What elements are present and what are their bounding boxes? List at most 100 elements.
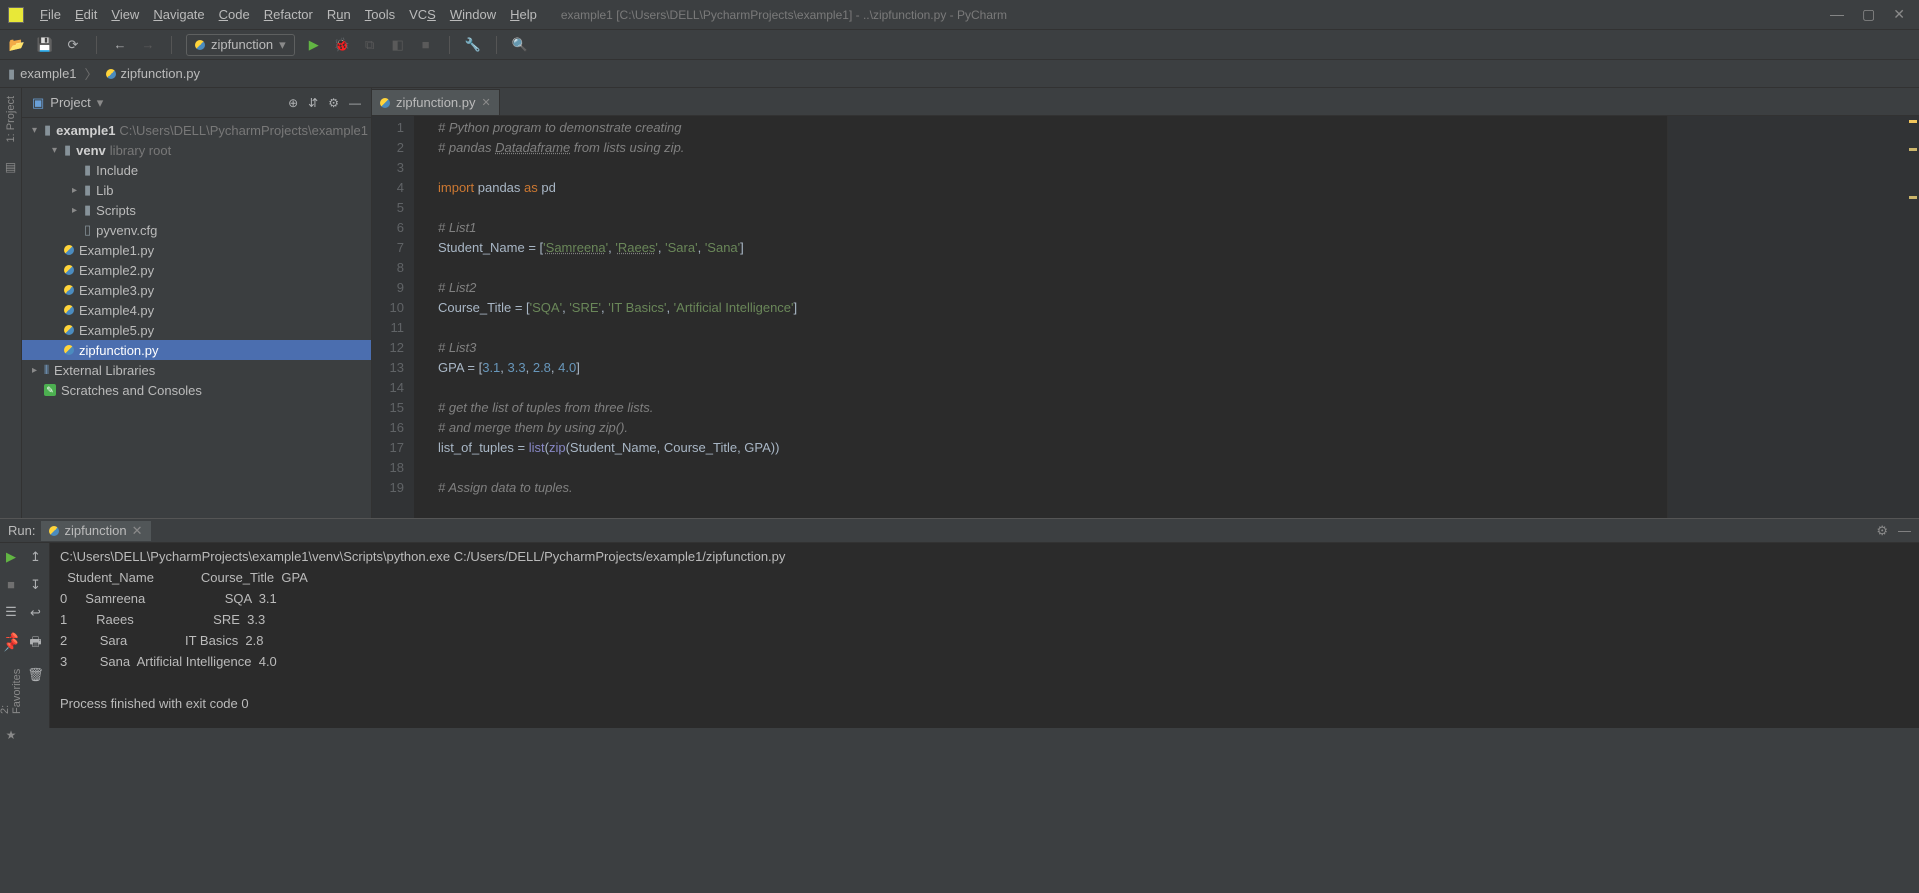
menu-navigate[interactable]: Navigate: [147, 4, 210, 25]
down-icon[interactable]: ↧: [30, 577, 41, 593]
menu-view[interactable]: View: [105, 4, 145, 25]
nav-project[interactable]: ▮ example1: [8, 66, 77, 82]
layout-icon[interactable]: ☰: [5, 604, 17, 620]
tree-venv[interactable]: ▾ ▮ venv library root: [22, 140, 371, 160]
editor-tab-active[interactable]: zipfunction.py ✕: [372, 89, 500, 115]
minimize-button[interactable]: —: [1830, 6, 1844, 23]
menu-vcs[interactable]: VCS: [403, 4, 442, 25]
error-stripe[interactable]: [1907, 116, 1919, 518]
separator: [171, 36, 172, 54]
expand-arrow-icon[interactable]: ▸: [72, 205, 84, 216]
open-icon[interactable]: 📂: [8, 36, 26, 54]
favorites-tool-window-button[interactable]: 2: Favorites: [0, 666, 23, 714]
tree-label: venv: [76, 143, 106, 158]
run-config-selector[interactable]: zipfunction ▾: [186, 34, 295, 56]
hide-icon[interactable]: —: [1898, 523, 1911, 539]
folder-icon: ▮: [64, 142, 71, 158]
close-tab-icon[interactable]: ✕: [482, 96, 491, 109]
expand-arrow-icon[interactable]: ▾: [32, 125, 44, 136]
nav-file[interactable]: zipfunction.py: [106, 66, 201, 81]
build-icon[interactable]: 🔧: [464, 36, 482, 54]
tree-item[interactable]: ▮Include: [22, 160, 371, 180]
tree-label: Lib: [96, 183, 113, 198]
line-numbers: 12345678910111213141516171819: [372, 116, 414, 518]
code-content[interactable]: # Python program to demonstrate creating…: [430, 116, 1667, 518]
tree-label: Example5.py: [79, 323, 154, 338]
refresh-icon[interactable]: ⟳: [64, 36, 82, 54]
tree-file[interactable]: Example4.py: [22, 300, 371, 320]
menu-help[interactable]: Help: [504, 4, 543, 25]
tree-scratches[interactable]: ✎Scratches and Consoles: [22, 380, 371, 400]
up-icon[interactable]: ↥: [30, 549, 41, 565]
project-tree[interactable]: ▾ ▮ example1 C:\Users\DELL\PycharmProjec…: [22, 118, 371, 518]
soft-wrap-icon[interactable]: ↩: [30, 605, 41, 621]
menu-file[interactable]: File: [34, 4, 67, 25]
close-tab-icon[interactable]: ✕: [132, 523, 143, 539]
expand-arrow-icon[interactable]: ▾: [52, 145, 64, 156]
rerun-icon[interactable]: ▶: [6, 549, 16, 565]
menu-code[interactable]: Code: [213, 4, 256, 25]
tree-project-root[interactable]: ▾ ▮ example1 C:\Users\DELL\PycharmProjec…: [22, 120, 371, 140]
debug-button[interactable]: 🐞: [333, 36, 351, 54]
folder-icon: ▮: [84, 182, 91, 198]
menu-refactor[interactable]: Refactor: [258, 4, 319, 25]
tree-label: pyvenv.cfg: [96, 223, 157, 238]
star-icon[interactable]: ★: [6, 728, 17, 742]
maximize-button[interactable]: ▢: [1862, 6, 1875, 23]
tree-item[interactable]: ▸▮ Scripts: [22, 200, 371, 220]
back-icon[interactable]: ←: [111, 36, 129, 54]
expand-arrow-icon[interactable]: ▸: [32, 365, 44, 376]
pin-icon[interactable]: 📌: [4, 638, 19, 652]
find-icon[interactable]: 🔍: [511, 36, 529, 54]
marker[interactable]: [1909, 196, 1917, 199]
python-script-icon: [195, 40, 205, 50]
tree-file-selected[interactable]: zipfunction.py: [22, 340, 371, 360]
run-tool-window: Run: zipfunction ✕ ⚙ — ▶ ■ ☰ 📌 ↥ ↧ ↩ 🖶 🗑…: [0, 518, 1919, 728]
editor-overview: [1667, 116, 1907, 518]
menu-window[interactable]: Window: [444, 4, 502, 25]
run-coverage-icon[interactable]: ⧉: [361, 36, 379, 54]
print-icon[interactable]: 🖶: [29, 633, 41, 655]
run-tab[interactable]: zipfunction ✕: [41, 521, 150, 541]
menu-tools[interactable]: Tools: [359, 4, 401, 25]
settings-icon[interactable]: ⚙: [328, 96, 339, 110]
run-button[interactable]: ▶: [305, 36, 323, 54]
project-panel-title[interactable]: ▣ Project ▾: [32, 95, 103, 111]
tree-file[interactable]: Example5.py: [22, 320, 371, 340]
clear-icon[interactable]: 🗑: [27, 667, 44, 683]
separator: [449, 36, 450, 54]
console-output[interactable]: C:\Users\DELL\PycharmProjects\example1\v…: [50, 543, 1919, 728]
tree-file[interactable]: Example1.py: [22, 240, 371, 260]
project-tool-window-button[interactable]: 1: Project: [5, 96, 17, 142]
separator: [96, 36, 97, 54]
tree-label: Scratches and Consoles: [61, 383, 202, 398]
tree-file[interactable]: Example3.py: [22, 280, 371, 300]
stop-button[interactable]: ■: [417, 36, 435, 54]
locate-icon[interactable]: ⊕: [288, 96, 298, 110]
expand-all-icon[interactable]: ⇵: [308, 96, 318, 110]
expand-arrow-icon[interactable]: ▸: [72, 185, 84, 196]
menu-bar: File Edit View Navigate Code Refactor Ru…: [34, 4, 543, 25]
code-editor[interactable]: 12345678910111213141516171819 # Python p…: [372, 116, 1919, 518]
main-toolbar: 📂 💾 ⟳ ← → zipfunction ▾ ▶ 🐞 ⧉ ◧ ■ 🔧 🔍: [0, 30, 1919, 60]
profile-icon[interactable]: ◧: [389, 36, 407, 54]
navigation-bar: ▮ example1 〉 zipfunction.py: [0, 60, 1919, 88]
tree-item[interactable]: ▸▮ Lib: [22, 180, 371, 200]
tree-external-libraries[interactable]: ▸⫴External Libraries: [22, 360, 371, 380]
chevron-right-icon: 〉: [85, 64, 98, 83]
menu-run[interactable]: Run: [321, 4, 357, 25]
stop-icon[interactable]: ■: [7, 577, 15, 592]
save-all-icon[interactable]: 💾: [36, 36, 54, 54]
warning-mark[interactable]: [1909, 120, 1917, 123]
close-button[interactable]: ✕: [1893, 6, 1905, 23]
tree-item[interactable]: ▯pyvenv.cfg: [22, 220, 371, 240]
folder-icon: ▮: [84, 202, 91, 218]
settings-icon[interactable]: ⚙: [1876, 523, 1888, 539]
marker[interactable]: [1909, 148, 1917, 151]
tree-label: Scripts: [96, 203, 136, 218]
hide-icon[interactable]: —: [349, 96, 361, 110]
structure-tool-icon[interactable]: ▤: [5, 160, 16, 174]
forward-icon[interactable]: →: [139, 36, 157, 54]
menu-edit[interactable]: Edit: [69, 4, 103, 25]
tree-file[interactable]: Example2.py: [22, 260, 371, 280]
